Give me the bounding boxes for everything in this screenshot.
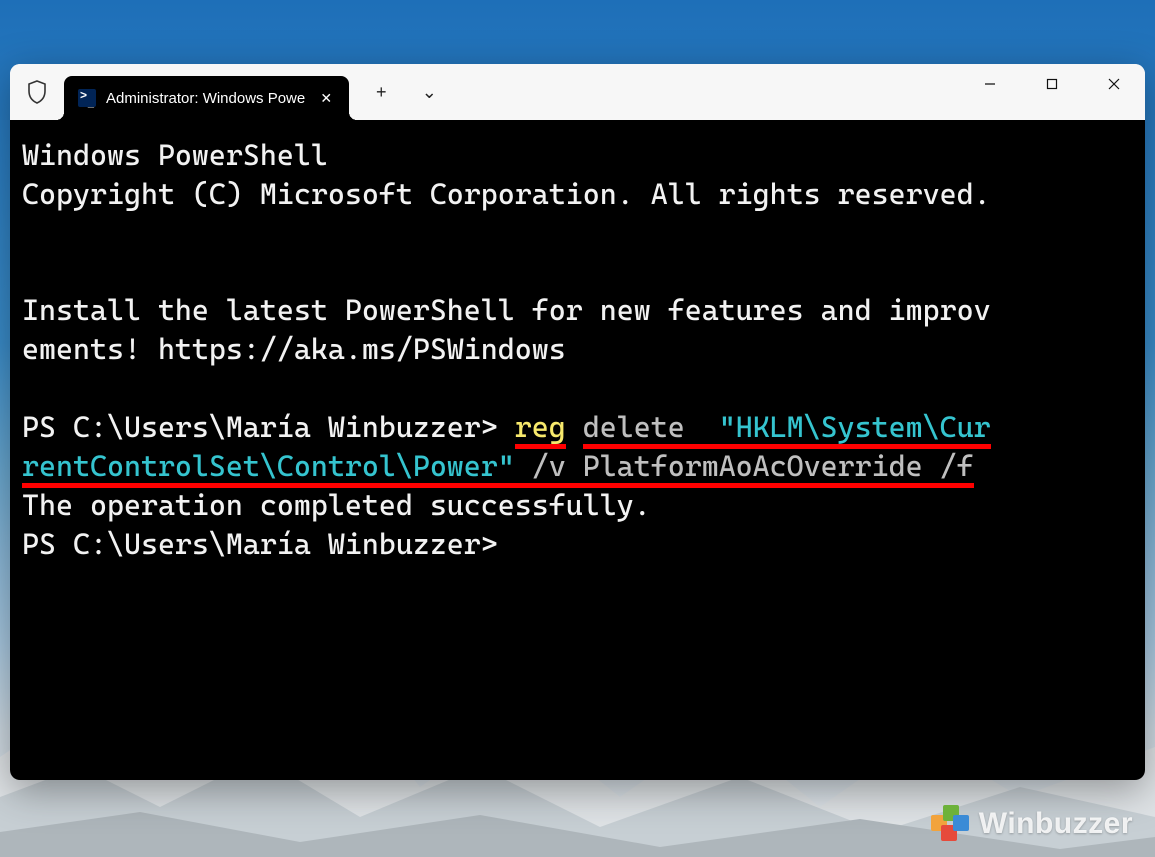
watermark-text: Winbuzzer xyxy=(979,807,1133,841)
ps-prompt-1: PS C:\Users\María Winbuzzer> xyxy=(22,410,515,444)
new-tab-button[interactable]: + xyxy=(357,72,405,112)
cmd-space-2 xyxy=(685,410,719,449)
window-controls xyxy=(959,64,1145,104)
tab-title: Administrator: Windows Powe xyxy=(106,90,305,107)
maximize-icon xyxy=(1046,78,1058,90)
cmd-rest: /v PlatformAoAcOverride /f xyxy=(515,449,974,488)
minimize-icon xyxy=(984,78,996,90)
terminal-window: Administrator: Windows Powe ✕ + ⌄ Window… xyxy=(10,64,1145,780)
ps-install-msg-a: Install the latest PowerShell for new fe… xyxy=(22,293,991,327)
cmd-result: The operation completed successfully. xyxy=(22,488,651,522)
titlebar-tab-actions: + ⌄ xyxy=(357,64,453,120)
tab-close-button[interactable]: ✕ xyxy=(315,87,337,109)
cmd-path-a: "HKLM\System\Cur xyxy=(719,410,991,449)
ps-prompt-2: PS C:\Users\María Winbuzzer> xyxy=(22,527,498,561)
ps-banner-line2: Copyright (C) Microsoft Corporation. All… xyxy=(22,177,991,211)
watermark: Winbuzzer xyxy=(931,805,1133,843)
shield-icon xyxy=(27,80,47,104)
tab-active[interactable]: Administrator: Windows Powe ✕ xyxy=(64,76,349,120)
cmd-path-b: rentControlSet\Control\Power" xyxy=(22,449,515,488)
ps-banner-line1: Windows PowerShell xyxy=(22,138,328,172)
terminal-viewport[interactable]: Windows PowerShell Copyright (C) Microso… xyxy=(10,120,1145,780)
maximize-button[interactable] xyxy=(1021,64,1083,104)
ps-install-msg-b: ements! https://aka.ms/PSWindows xyxy=(22,332,566,366)
cmd-token-delete: delete xyxy=(583,410,685,449)
cmd-token-reg: reg xyxy=(515,410,566,449)
tab-dropdown-button[interactable]: ⌄ xyxy=(405,72,453,112)
cmd-space-1 xyxy=(566,410,583,444)
minimize-button[interactable] xyxy=(959,64,1021,104)
titlebar[interactable]: Administrator: Windows Powe ✕ + ⌄ xyxy=(10,64,1145,120)
powershell-icon xyxy=(78,89,96,107)
close-icon xyxy=(1108,78,1120,90)
close-button[interactable] xyxy=(1083,64,1145,104)
winbuzzer-logo-icon xyxy=(931,805,969,843)
